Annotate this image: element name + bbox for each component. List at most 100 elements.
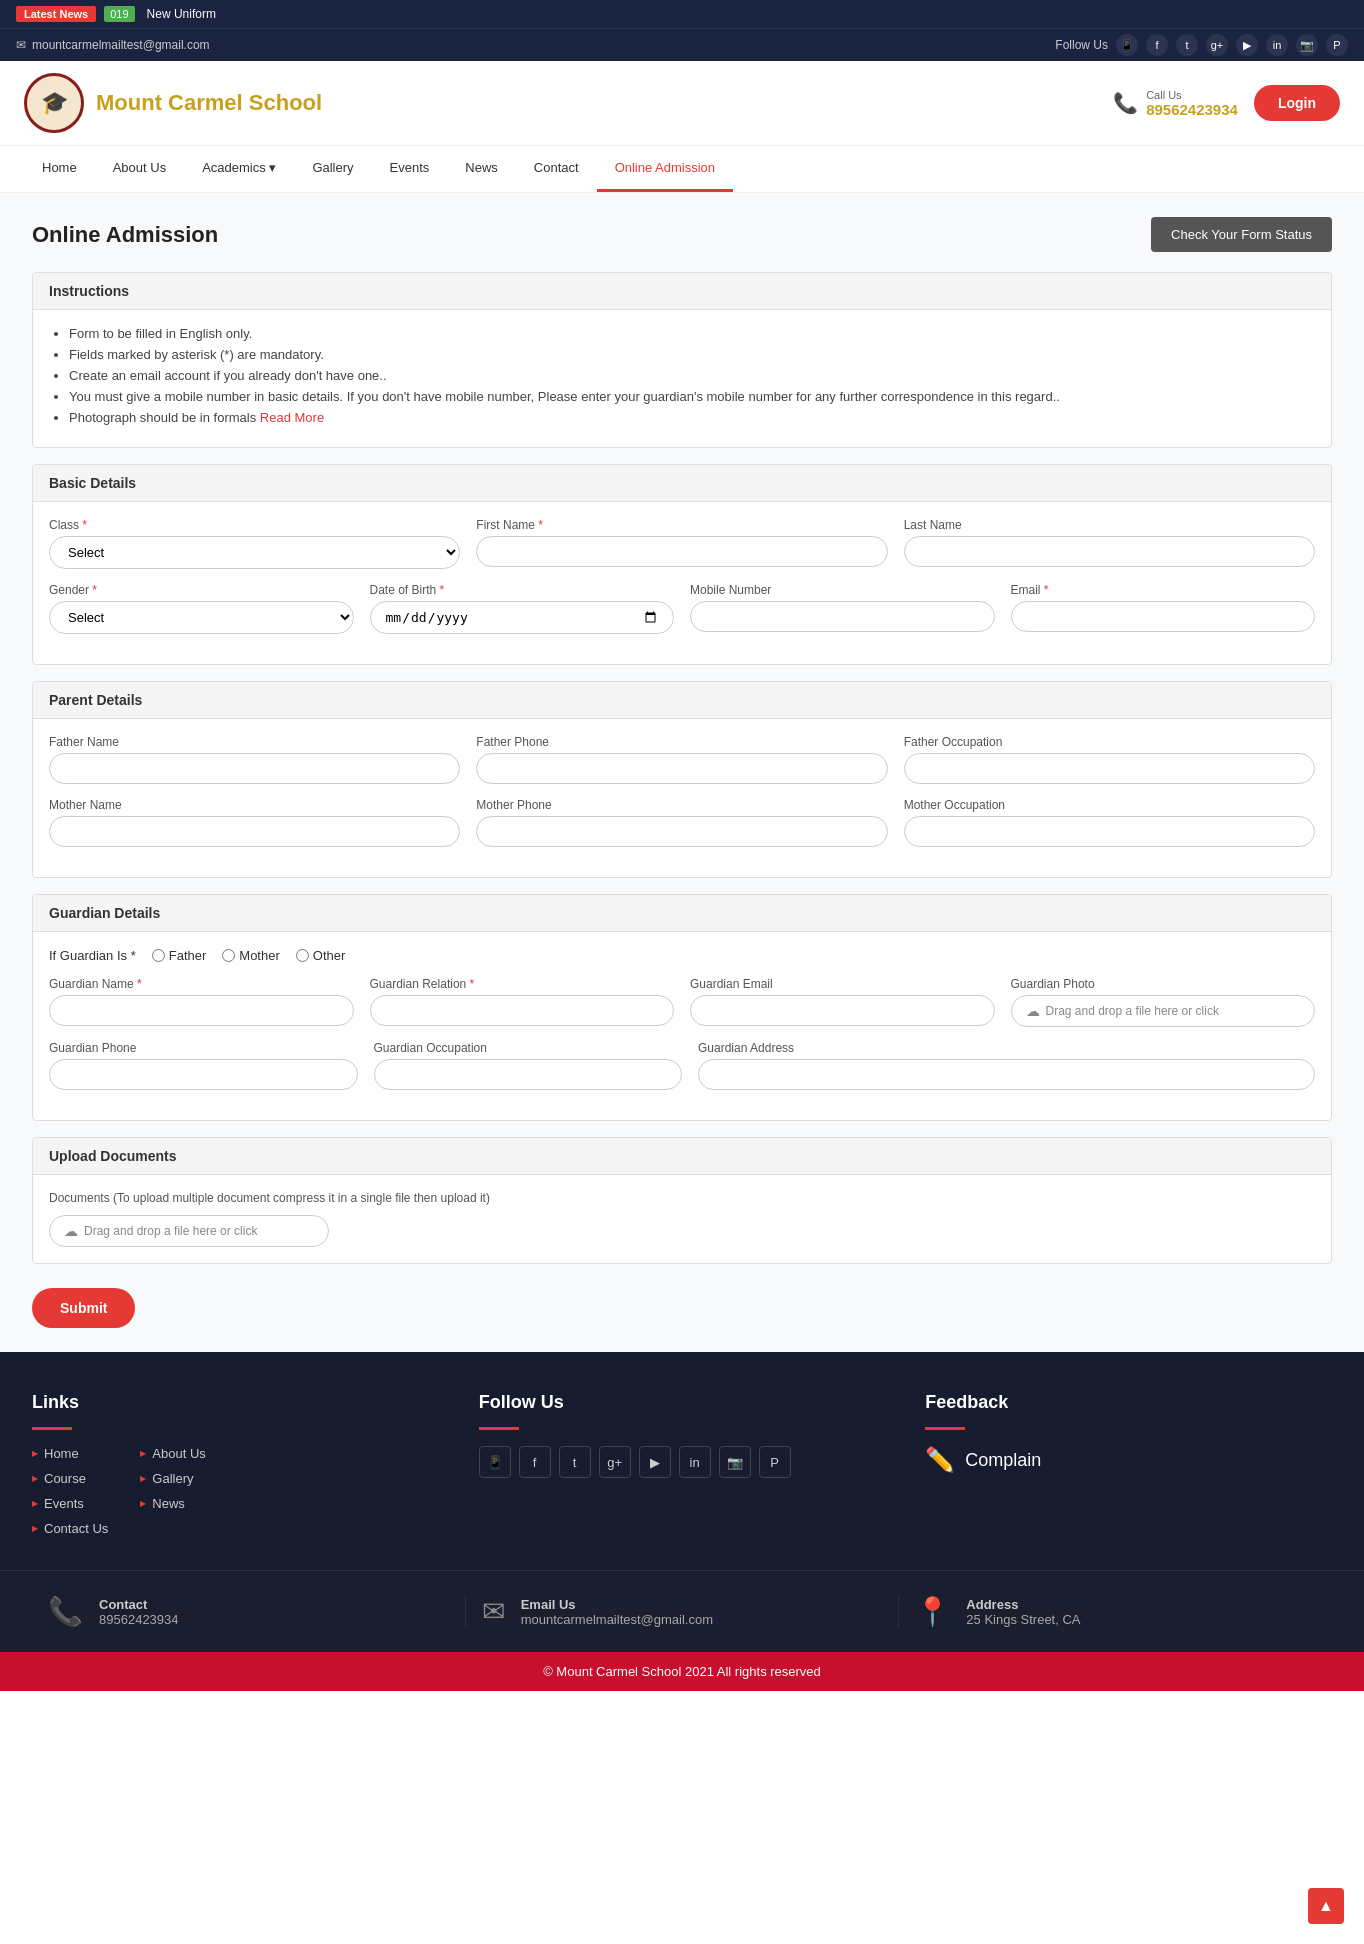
check-status-button[interactable]: Check Your Form Status <box>1151 217 1332 252</box>
guardian-father-option[interactable]: Father <box>152 948 207 963</box>
footer-linkedin-icon[interactable]: in <box>679 1446 711 1478</box>
logo: 🎓 Mount Carmel School <box>24 73 322 133</box>
first-name-group: First Name * <box>476 518 887 569</box>
guardian-other-option[interactable]: Other <box>296 948 346 963</box>
guardian-row-2: Guardian Phone Guardian Occupation Guard… <box>49 1041 1315 1090</box>
footer-link-news[interactable]: News <box>140 1496 205 1511</box>
phone-footer-icon: 📞 <box>48 1595 83 1628</box>
father-name-label: Father Name <box>49 735 460 749</box>
footer-links-title: Links <box>32 1392 439 1413</box>
guardian-email-group: Guardian Email <box>690 977 995 1027</box>
guardian-is-label: If Guardian Is * <box>49 948 136 963</box>
first-name-input[interactable] <box>476 536 887 567</box>
nav-home[interactable]: Home <box>24 146 95 192</box>
dob-input[interactable] <box>370 601 675 634</box>
footer-email-details: Email Us mountcarmelmailtest@gmail.com <box>521 1597 713 1627</box>
father-phone-input[interactable] <box>476 753 887 784</box>
father-occupation-label: Father Occupation <box>904 735 1315 749</box>
parent-row-2: Mother Name Mother Phone Mother Occupati… <box>49 798 1315 847</box>
follow-us-bar: Follow Us 📱 f t g+ ▶ in 📷 P <box>1055 34 1348 56</box>
whatsapp-icon-header[interactable]: 📱 <box>1116 34 1138 56</box>
last-name-label: Last Name <box>904 518 1315 532</box>
footer-email-item: ✉ Email Us mountcarmelmailtest@gmail.com <box>466 1595 900 1628</box>
nav-online-admission[interactable]: Online Admission <box>597 146 733 192</box>
facebook-icon-header[interactable]: f <box>1146 34 1168 56</box>
phone-number: 89562423934 <box>1146 101 1238 118</box>
guardian-occupation-input[interactable] <box>374 1059 683 1090</box>
nav-contact[interactable]: Contact <box>516 146 597 192</box>
footer-follow-divider <box>479 1427 519 1430</box>
guardian-mother-radio[interactable] <box>222 949 235 962</box>
basic-details-header: Basic Details <box>33 465 1331 502</box>
nav-gallery[interactable]: Gallery <box>294 146 371 192</box>
footer-email-value: mountcarmelmailtest@gmail.com <box>521 1612 713 1627</box>
footer-pinterest-icon[interactable]: P <box>759 1446 791 1478</box>
documents-drag-drop-text: Drag and drop a file here or click <box>84 1224 257 1238</box>
footer-twitter-icon[interactable]: t <box>559 1446 591 1478</box>
footer-instagram-icon[interactable]: 📷 <box>719 1446 751 1478</box>
email-input[interactable] <box>1011 601 1316 632</box>
upload-docs-icon: ☁ <box>64 1223 78 1239</box>
linkedin-icon-header[interactable]: in <box>1266 34 1288 56</box>
call-info: Call Us 89562423934 <box>1146 89 1238 118</box>
footer-link-home[interactable]: Home <box>32 1446 108 1461</box>
guardian-photo-upload[interactable]: ☁ Drag and drop a file here or click <box>1011 995 1316 1027</box>
class-label: Class * <box>49 518 460 532</box>
youtube-icon-header[interactable]: ▶ <box>1236 34 1258 56</box>
guardian-relation-group: Guardian Relation * <box>370 977 675 1027</box>
call-us: 📞 Call Us 89562423934 <box>1113 89 1238 118</box>
email-footer-icon: ✉ <box>482 1595 505 1628</box>
nav-news[interactable]: News <box>447 146 516 192</box>
documents-upload[interactable]: ☁ Drag and drop a file here or click <box>49 1215 329 1247</box>
nav-events[interactable]: Events <box>372 146 448 192</box>
last-name-input[interactable] <box>904 536 1315 567</box>
guardian-mother-option[interactable]: Mother <box>222 948 279 963</box>
guardian-email-input[interactable] <box>690 995 995 1026</box>
footer-contact-item: 📞 Contact 89562423934 <box>32 1595 466 1628</box>
instagram-icon-header[interactable]: 📷 <box>1296 34 1318 56</box>
gender-select[interactable]: Select Male Female <box>49 601 354 634</box>
mother-phone-input[interactable] <box>476 816 887 847</box>
page-header: Online Admission Check Your Form Status <box>32 217 1332 252</box>
google-plus-icon-header[interactable]: g+ <box>1206 34 1228 56</box>
pinterest-icon-header[interactable]: P <box>1326 34 1348 56</box>
login-button[interactable]: Login <box>1254 85 1340 121</box>
guardian-name-input[interactable] <box>49 995 354 1026</box>
guardian-father-radio[interactable] <box>152 949 165 962</box>
guardian-other-label: Other <box>313 948 346 963</box>
footer-link-course[interactable]: Course <box>32 1471 108 1486</box>
footer-link-about-us[interactable]: About Us <box>140 1446 205 1461</box>
father-occupation-input[interactable] <box>904 753 1315 784</box>
mother-name-input[interactable] <box>49 816 460 847</box>
nav-about-us[interactable]: About Us <box>95 146 184 192</box>
footer-dark: Links Home Course Events Contact Us Abou… <box>0 1352 1364 1570</box>
mother-occupation-input[interactable] <box>904 816 1315 847</box>
upload-hint: Documents (To upload multiple document c… <box>49 1191 1315 1205</box>
twitter-icon-header[interactable]: t <box>1176 34 1198 56</box>
guardian-address-input[interactable] <box>698 1059 1315 1090</box>
guardian-other-radio[interactable] <box>296 949 309 962</box>
guardian-relation-input[interactable] <box>370 995 675 1026</box>
footer-link-events[interactable]: Events <box>32 1496 108 1511</box>
class-select[interactable]: Select <box>49 536 460 569</box>
footer-link-gallery[interactable]: Gallery <box>140 1471 205 1486</box>
footer-link-contact-us[interactable]: Contact Us <box>32 1521 108 1536</box>
instructions-list: Form to be filled in English only. Field… <box>49 326 1315 425</box>
guardian-type-row: If Guardian Is * Father Mother Other <box>49 948 1315 963</box>
footer-whatsapp-icon[interactable]: 📱 <box>479 1446 511 1478</box>
nav-academics[interactable]: Academics ▾ <box>184 146 294 192</box>
upload-icon: ☁ <box>1026 1003 1040 1019</box>
mobile-input[interactable] <box>690 601 995 632</box>
read-more-link[interactable]: Read More <box>260 410 324 425</box>
complain-link[interactable]: ✏️ Complain <box>925 1446 1332 1474</box>
father-name-input[interactable] <box>49 753 460 784</box>
guardian-photo-group: Guardian Photo ☁ Drag and drop a file he… <box>1011 977 1316 1027</box>
guardian-phone-input[interactable] <box>49 1059 358 1090</box>
footer-facebook-icon[interactable]: f <box>519 1446 551 1478</box>
footer-follow-title: Follow Us <box>479 1392 886 1413</box>
footer-google-plus-icon[interactable]: g+ <box>599 1446 631 1478</box>
submit-button[interactable]: Submit <box>32 1288 135 1328</box>
basic-details-body: Class * Select First Name * Last Name Ge… <box>33 502 1331 664</box>
footer-youtube-icon[interactable]: ▶ <box>639 1446 671 1478</box>
guardian-photo-label: Guardian Photo <box>1011 977 1316 991</box>
